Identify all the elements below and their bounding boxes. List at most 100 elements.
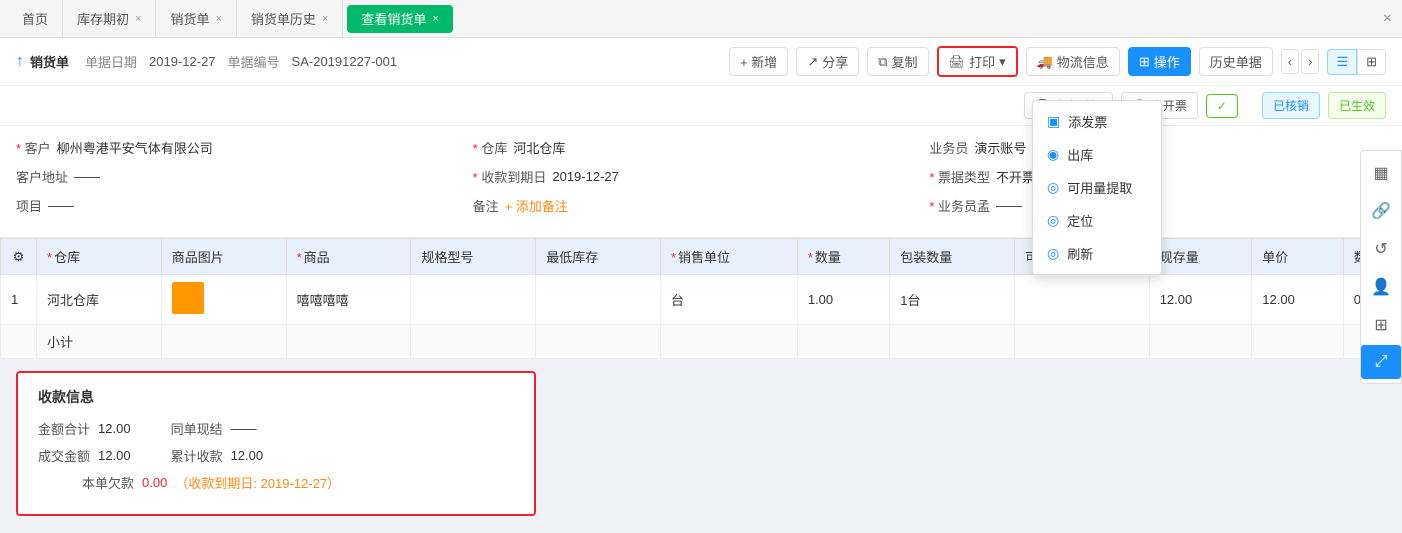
th-warehouse: *仓库: [37, 239, 162, 275]
staff-label: 业务员: [929, 138, 968, 157]
sidebar-refresh-icon[interactable]: ↺: [1361, 231, 1401, 267]
share-button[interactable]: ↗ 分享: [796, 47, 859, 76]
sidebar-expand-icon[interactable]: ⤢: [1361, 345, 1401, 379]
payment-date-value: 2019-12-27: [552, 169, 619, 184]
th-settings[interactable]: ⚙: [1, 239, 37, 275]
sidebar-link-icon[interactable]: 🔗: [1361, 193, 1401, 229]
doc-header-right: + 新增 ↗ 分享 ⧉ 复制 🖨 打印 ▾ 🚚 物流信息 ⊞: [729, 46, 1386, 77]
next-button[interactable]: ›: [1301, 49, 1319, 74]
confirm-button[interactable]: ✓: [1206, 94, 1238, 118]
table-row: 1 河北仓库 嘻嘻嘻嘻 台 1.00 1台 12.00 12.00 0.: [1, 275, 1402, 325]
td-pack-qty: 1台: [890, 275, 1015, 325]
sidebar-person-icon[interactable]: 👤: [1361, 269, 1401, 305]
total-amount-label: 金额合计: [38, 419, 90, 438]
warehouse-field: 仓库 河北仓库: [473, 138, 930, 157]
td-subtotal-prod: [286, 325, 411, 359]
cumulative-item: 累计收款 12.00: [171, 446, 264, 465]
date-value: 2019-12-27: [149, 54, 216, 69]
dropdown-add-invoice[interactable]: ▣ 添发票: [1033, 105, 1161, 138]
td-quantity: 1.00: [797, 275, 889, 325]
right-sidebar: ▦ 🔗 ↺ 👤 ⊞ ⤢: [1360, 150, 1402, 384]
td-product: 嘻嘻嘻嘻: [286, 275, 411, 325]
table-header-row: ⚙ *仓库 商品图片 *商品 规格型号 最低库存 *销售单位 *数量 包装数量 …: [1, 239, 1402, 275]
th-product-img: 商品图片: [161, 239, 286, 275]
sidebar-table-icon[interactable]: ⊞: [1361, 307, 1401, 343]
total-amount-item: 金额合计 12.00: [38, 419, 131, 438]
th-min-stock: 最低库存: [536, 239, 661, 275]
logistics-button[interactable]: 🚚 物流信息: [1026, 47, 1120, 76]
toolbar-row: 📱 来自手机 🔘 未开票 ✓ 已核销 已生效: [0, 86, 1402, 126]
transaction-item: 成交金额 12.00: [38, 446, 131, 465]
dropdown-refresh[interactable]: ◎ 刷新: [1033, 237, 1161, 270]
note-label: 备注: [473, 196, 499, 215]
payment-date-label: 收款到期日: [473, 167, 547, 186]
new-button[interactable]: + 新增: [729, 47, 788, 76]
transaction-value: 12.00: [98, 448, 131, 463]
view-grid-button[interactable]: ⊞: [1357, 49, 1386, 75]
subtotal-row: 小计: [1, 325, 1402, 359]
product-image: [172, 282, 204, 314]
tab-inventory-init[interactable]: 库存期初 ×: [63, 0, 156, 37]
copy-button[interactable]: ⧉ 复制: [867, 47, 928, 76]
available-qty-icon: ◎: [1047, 179, 1059, 196]
project-value: ——: [48, 198, 74, 213]
payment-row-1: 金额合计 12.00 同单现结 ——: [38, 419, 514, 438]
dropdown-location[interactable]: ◎ 定位: [1033, 204, 1161, 237]
td-subtotal-stock: [1149, 325, 1252, 359]
tab-close-inventory[interactable]: ×: [135, 13, 141, 25]
dropdown-available-qty[interactable]: ◎ 可用量提取: [1033, 171, 1161, 204]
tab-sales-history[interactable]: 销货单历史 ×: [237, 0, 343, 37]
payment-row-3: 本单欠款 0.00 （收款到期日: 2019-12-27）: [38, 473, 514, 492]
payment-info-title: 收款信息: [38, 387, 514, 407]
print-button-wrapper: 🖨 打印 ▾: [937, 46, 1018, 77]
date-label: 单据日期: [85, 52, 137, 71]
td-subtotal-min: [536, 325, 661, 359]
same-order-label: 同单现结: [171, 419, 223, 438]
view-list-button[interactable]: ☰: [1327, 49, 1357, 75]
th-quantity: *数量: [797, 239, 889, 275]
doc-type-icon: ↑: [16, 53, 24, 71]
th-unit: *销售单位: [660, 239, 797, 275]
td-subtotal-avail: [1015, 325, 1150, 359]
number-value: SA-20191227-001: [292, 54, 398, 69]
sidebar-grid-icon[interactable]: ▦: [1361, 155, 1401, 191]
th-product: *商品: [286, 239, 411, 275]
outstanding-item: 本单欠款 0.00 （收款到期日: 2019-12-27）: [38, 473, 340, 492]
doc-meta: 单据日期 2019-12-27 单据编号 SA-20191227-001: [85, 52, 397, 71]
transaction-label: 成交金额: [38, 446, 90, 465]
form-row-1: 客户 柳州粤港平安气体有限公司 仓库 河北仓库 业务员 演示账号: [16, 138, 1386, 157]
tab-home[interactable]: 首页: [8, 0, 63, 37]
tab-close-history[interactable]: ×: [322, 13, 328, 25]
location-icon: ◎: [1047, 212, 1059, 229]
td-subtotal-wh: 小计: [37, 325, 162, 359]
outstanding-label: 本单欠款: [82, 473, 134, 492]
dropdown-out-warehouse[interactable]: ◉ 出库: [1033, 138, 1161, 171]
tab-sales-order[interactable]: 销货单 ×: [156, 0, 236, 37]
print-button[interactable]: 🖨 打印 ▾: [937, 46, 1018, 77]
td-spec: [411, 275, 536, 325]
tab-close-view[interactable]: ×: [432, 13, 438, 25]
td-product-img: [161, 275, 286, 325]
td-subtotal-spec: [411, 325, 536, 359]
prev-button[interactable]: ‹: [1281, 49, 1299, 74]
customer-label: 客户: [16, 138, 51, 157]
history-button[interactable]: 历史单据: [1199, 47, 1273, 76]
payment-date-field: 收款到期日 2019-12-27: [473, 167, 930, 186]
add-invoice-icon: ▣: [1047, 113, 1060, 130]
address-label: 客户地址: [16, 167, 68, 186]
refresh-icon: ◎: [1047, 245, 1059, 262]
td-min-stock: [536, 275, 661, 325]
td-warehouse: 河北仓库: [37, 275, 162, 325]
tab-view-sales[interactable]: 查看销货单 ×: [347, 5, 452, 33]
operations-button[interactable]: ⊞ 操作: [1128, 47, 1191, 76]
view-toggle: ☰ ⊞: [1327, 49, 1386, 75]
add-note-button[interactable]: 添加备注: [505, 196, 568, 215]
tab-close-sales[interactable]: ×: [215, 13, 221, 25]
td-subtotal-pack: [890, 325, 1015, 359]
window-close-button[interactable]: ×: [1383, 10, 1392, 28]
th-spec: 规格型号: [411, 239, 536, 275]
address-field: 客户地址 ——: [16, 167, 473, 186]
form-row-2: 客户地址 —— 收款到期日 2019-12-27 票据类型 不开票: [16, 167, 1386, 186]
th-stock: 现存量: [1149, 239, 1252, 275]
cumulative-value: 12.00: [231, 448, 264, 463]
